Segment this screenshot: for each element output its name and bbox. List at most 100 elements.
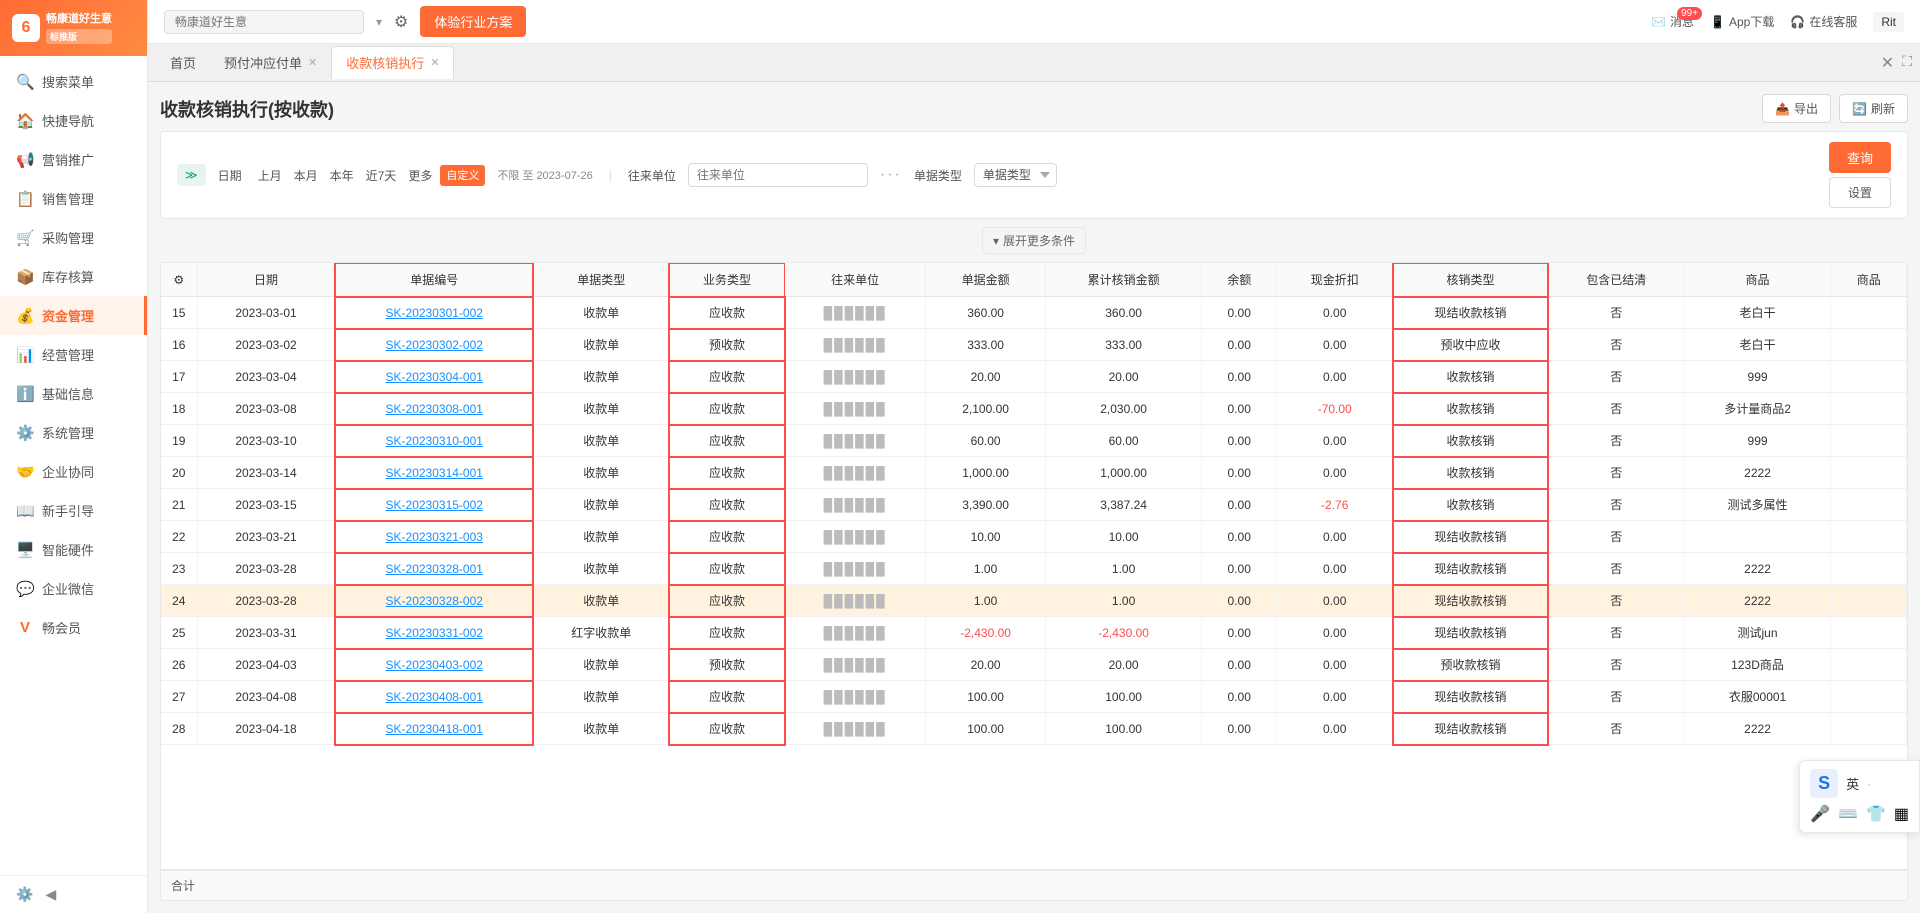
more-date-button[interactable]: 更多 (404, 165, 436, 186)
cell-voucher-no[interactable]: SK-20230304-001 (335, 361, 533, 393)
cell-voucher-no[interactable]: SK-20230310-001 (335, 425, 533, 457)
th-product2[interactable]: 商品 (1831, 263, 1907, 297)
message-button[interactable]: ✉️ 消息 99+ (1651, 13, 1694, 30)
settings-icon[interactable]: ⚙️ (16, 886, 33, 903)
th-counterpart[interactable]: 往来单位 (785, 263, 926, 297)
cell-cancel-type: 现结收款核销 (1393, 681, 1549, 713)
sidebar-item-basic[interactable]: ℹ️ 基础信息 (0, 374, 147, 413)
user-name[interactable]: Rit (1873, 12, 1904, 32)
th-voucher-type[interactable]: 单据类型 (533, 263, 669, 297)
filter-toggle-button[interactable]: ≫ (177, 164, 206, 186)
counterpart-input[interactable] (688, 163, 868, 187)
cell-voucher-no[interactable]: SK-20230403-002 (335, 649, 533, 681)
table-row: 272023-04-08SK-20230408-001收款单应收款██████1… (161, 681, 1907, 713)
refresh-icon: 🔄 (1852, 102, 1867, 116)
solution-button[interactable]: 体验行业方案 (420, 6, 526, 37)
th-voucher-no[interactable]: 单据编号 (335, 263, 533, 297)
th-discount[interactable]: 现金折扣 (1277, 263, 1393, 297)
export-button[interactable]: 📤 导出 (1762, 94, 1831, 123)
cell-cancel-amount: 1.00 (1046, 585, 1202, 617)
url-input[interactable] (164, 10, 364, 34)
sidebar-item-finance[interactable]: 💰 资金管理 (0, 296, 147, 335)
cell-voucher-no[interactable]: SK-20230301-002 (335, 297, 533, 329)
sidebar-item-hardware[interactable]: 🖥️ 智能硬件 (0, 530, 147, 569)
sidebar-item-guide[interactable]: 📖 新手引导 (0, 491, 147, 530)
cell-voucher-no[interactable]: SK-20230328-002 (335, 585, 533, 617)
sidebar-item-sales[interactable]: 📋 销售管理 (0, 179, 147, 218)
voucher-type-select[interactable]: 单据类型 (974, 163, 1057, 187)
tab-receipt-exec[interactable]: 收款核销执行 ✕ (331, 46, 454, 79)
table-row: 152023-03-01SK-20230301-002收款单应收款██████3… (161, 297, 1907, 329)
tab-close-all-icon[interactable]: ✕ (1881, 53, 1894, 73)
cell-voucher-no[interactable]: SK-20230302-002 (335, 329, 533, 361)
tab-maximize-icon[interactable]: ⛶ (1902, 53, 1912, 73)
keyboard-icon[interactable]: ⌨️ (1838, 804, 1858, 824)
custom-date-button[interactable]: 自定义 (440, 165, 485, 186)
cell-cancel-type: 现结收款核销 (1393, 521, 1549, 553)
last-7-days-button[interactable]: 近7天 (362, 165, 401, 186)
cell-voucher-no[interactable]: SK-20230331-002 (335, 617, 533, 649)
shirt-icon[interactable]: 👕 (1866, 804, 1886, 824)
cell-counterpart: ██████ (785, 361, 926, 393)
grid-icon[interactable]: ▦ (1894, 804, 1909, 824)
sidebar-item-operation[interactable]: 📊 经营管理 (0, 335, 147, 374)
sidebar-item-enterprise[interactable]: 🤝 企业协同 (0, 452, 147, 491)
topbar-chevron-icon[interactable]: ▾ (376, 15, 382, 29)
export-icon: 📤 (1775, 102, 1790, 116)
th-balance[interactable]: 余额 (1202, 263, 1277, 297)
expand-more-button[interactable]: ▾ 展开更多条件 (982, 227, 1086, 254)
tab-pre-receivable[interactable]: 预付冲应付单 ✕ (210, 47, 331, 78)
cell-voucher-no[interactable]: SK-20230315-002 (335, 489, 533, 521)
this-year-button[interactable]: 本年 (326, 165, 358, 186)
sidebar-item-purchase[interactable]: 🛒 采购管理 (0, 218, 147, 257)
th-cancel-amount[interactable]: 累计核销金额 (1046, 263, 1202, 297)
th-include-settled[interactable]: 包含已结清 (1548, 263, 1684, 297)
table-scroll[interactable]: ⚙ 日期 单据编号 单据类型 业务类型 往来单位 单据金额 累计核销金额 (161, 263, 1907, 869)
sidebar-item-member[interactable]: V 畅会员 (0, 608, 147, 647)
counterpart-label: 往来单位 (628, 167, 676, 184)
online-service-link[interactable]: 🎧 在线客服 (1790, 13, 1857, 30)
this-month-button[interactable]: 本月 (290, 165, 322, 186)
cell-discount: 0.00 (1277, 425, 1393, 457)
th-product[interactable]: 商品 (1684, 263, 1831, 297)
filter-settings-button[interactable]: 设置 (1829, 177, 1891, 208)
cell-voucher-no[interactable]: SK-20230418-001 (335, 713, 533, 745)
cell-voucher-no[interactable]: SK-20230321-003 (335, 521, 533, 553)
sidebar-item-marketing[interactable]: 📢 营销推广 (0, 140, 147, 179)
sidebar-item-search[interactable]: 🔍 搜索菜单 (0, 62, 147, 101)
refresh-button[interactable]: 🔄 刷新 (1839, 94, 1908, 123)
cell-counterpart: ██████ (785, 617, 926, 649)
th-settings[interactable]: ⚙ (161, 263, 197, 297)
th-date[interactable]: 日期 (197, 263, 335, 297)
filter-more-dots[interactable]: ··· (880, 166, 902, 184)
th-biz-type[interactable]: 业务类型 (669, 263, 785, 297)
cell-voucher-no[interactable]: SK-20230328-001 (335, 553, 533, 585)
sidebar-item-wechat[interactable]: 💬 企业微信 (0, 569, 147, 608)
app-download-link[interactable]: 📱 App下载 (1710, 13, 1774, 30)
collapse-icon[interactable]: ◀ (45, 886, 56, 903)
sidebar-item-label: 经营管理 (42, 345, 94, 364)
cell-voucher-no[interactable]: SK-20230408-001 (335, 681, 533, 713)
cell-date: 2023-03-28 (197, 553, 335, 585)
query-button[interactable]: 查询 (1829, 142, 1891, 173)
th-cancel-type[interactable]: 核销类型 (1393, 263, 1549, 297)
cell-include-settled: 否 (1548, 713, 1684, 745)
th-amount[interactable]: 单据金额 (926, 263, 1046, 297)
cell-voucher-no[interactable]: SK-20230308-001 (335, 393, 533, 425)
sidebar-item-label: 新手引导 (42, 501, 94, 520)
last-month-button[interactable]: 上月 (254, 165, 286, 186)
sidebar-item-system[interactable]: ⚙️ 系统管理 (0, 413, 147, 452)
mic-icon[interactable]: 🎤 (1810, 804, 1830, 824)
cell-voucher-type: 收款单 (533, 713, 669, 745)
message-badge: 99+ (1677, 7, 1702, 20)
tab-home[interactable]: 首页 (156, 47, 210, 78)
cell-product2 (1831, 553, 1907, 585)
tab-pre-close-icon[interactable]: ✕ (308, 56, 317, 69)
table-footer: 合计 (161, 869, 1907, 900)
sidebar-item-quick[interactable]: 🏠 快捷导航 (0, 101, 147, 140)
topbar-gear-icon[interactable]: ⚙ (394, 12, 408, 32)
cell-no: 20 (161, 457, 197, 489)
sidebar-item-inventory[interactable]: 📦 库存核算 (0, 257, 147, 296)
cell-voucher-no[interactable]: SK-20230314-001 (335, 457, 533, 489)
tab-receipt-close-icon[interactable]: ✕ (430, 56, 439, 69)
